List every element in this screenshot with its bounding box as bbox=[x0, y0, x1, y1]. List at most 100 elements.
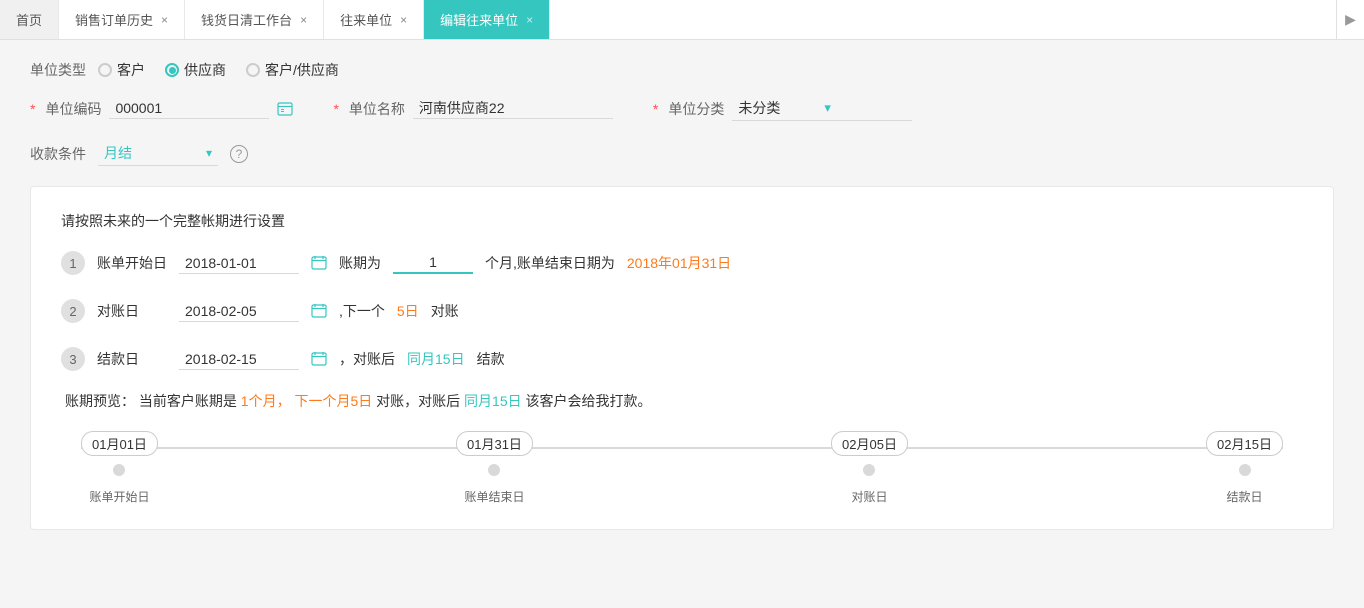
timeline-node-1: 01月31日账单结束日 bbox=[456, 431, 533, 505]
timeline-nodes: 01月01日账单开始日 01月31日账单结束日 02月05日对账日 02月15日结款日 bbox=[81, 431, 1283, 505]
unit-name-label: 单位名称 bbox=[349, 99, 405, 119]
timeline-node-0: 01月01日账单开始日 bbox=[81, 431, 158, 505]
period-unit-text: 个月,账单结束日期为 bbox=[485, 253, 615, 273]
tab-partner-unit[interactable]: 往来单位 × bbox=[324, 0, 424, 39]
unit-name-input[interactable] bbox=[413, 98, 613, 119]
tab-cash-work[interactable]: 钱货日清工作台 × bbox=[185, 0, 324, 39]
timeline-sublabel-3: 结款日 bbox=[1227, 488, 1263, 505]
unit-code-input[interactable] bbox=[109, 98, 269, 119]
settle-date-input[interactable] bbox=[179, 349, 299, 370]
timeline-sublabel-0: 账单开始日 bbox=[89, 488, 149, 505]
tab-label-cash-work: 钱货日清工作台 bbox=[201, 10, 292, 29]
preview-settle-day: 同月15日 bbox=[464, 393, 522, 409]
radio-label-customer: 客户 bbox=[117, 60, 145, 80]
tab-overflow-arrow[interactable]: ▶ bbox=[1336, 0, 1364, 39]
settle-date-calendar-icon[interactable] bbox=[311, 351, 327, 367]
tab-bar: 首页 销售订单历史 × 钱货日清工作台 × 往来单位 × 编辑往来单位 × ▶ bbox=[0, 0, 1364, 40]
reconcile-suffix: 对账 bbox=[431, 301, 459, 321]
unit-cat-required: * bbox=[653, 101, 658, 117]
settle-day-highlight: 同月15日 bbox=[407, 349, 465, 369]
unit-fields-row: * 单位编码 * 单位名称 * 单位分类 未分类 ▾ bbox=[30, 96, 1334, 121]
tab-label-partner-unit: 往来单位 bbox=[340, 10, 392, 29]
preview-static-1: 当前客户账期是 bbox=[139, 393, 237, 409]
payment-terms-dropdown[interactable]: 月结 ▾ bbox=[98, 141, 218, 166]
payment-terms-row: 收款条件 月结 ▾ ? bbox=[30, 141, 1334, 166]
payment-terms-arrow-icon: ▾ bbox=[206, 146, 212, 160]
tab-label-edit-partner: 编辑往来单位 bbox=[440, 10, 518, 29]
tab-home[interactable]: 首页 bbox=[0, 0, 59, 39]
reconcile-prefix: ,下一个 bbox=[339, 301, 385, 321]
radio-circle-supplier bbox=[165, 63, 179, 77]
end-date-highlight: 2018年01月31日 bbox=[627, 253, 731, 273]
radio-both[interactable]: 客户/供应商 bbox=[246, 60, 339, 80]
help-icon[interactable]: ? bbox=[230, 145, 248, 163]
timeline-node-3: 02月15日结款日 bbox=[1206, 431, 1283, 505]
preview-static-3: 该客户会给我打款。 bbox=[526, 393, 652, 409]
unit-code-icon[interactable] bbox=[277, 101, 293, 117]
payment-terms-label: 收款条件 bbox=[30, 144, 86, 164]
row-num-1: 1 bbox=[61, 251, 85, 275]
preview-period: 1个月， bbox=[241, 393, 291, 409]
row-label-1: 账单开始日 bbox=[97, 253, 167, 273]
unit-name-required: * bbox=[333, 101, 338, 117]
payment-terms-value: 月结 bbox=[104, 143, 200, 163]
start-date-calendar-icon[interactable] bbox=[311, 255, 327, 271]
unit-code-label: 单位编码 bbox=[45, 99, 101, 119]
unit-code-required: * bbox=[30, 101, 35, 117]
tab-close-edit-partner[interactable]: × bbox=[526, 13, 533, 27]
timeline-dot-2 bbox=[863, 464, 875, 476]
setting-row-1: 1 账单开始日 账期为 个月,账单结束日期为 2018年01月31日 bbox=[61, 251, 1303, 275]
timeline-tag-2: 02月05日 bbox=[831, 431, 908, 456]
tab-close-partner-unit[interactable]: × bbox=[400, 13, 407, 27]
timeline-dot-0 bbox=[113, 464, 125, 476]
radio-supplier[interactable]: 供应商 bbox=[165, 60, 226, 80]
period-label: 账期为 bbox=[339, 253, 381, 273]
timeline-tag-3: 02月15日 bbox=[1206, 431, 1283, 456]
tab-edit-partner[interactable]: 编辑往来单位 × bbox=[424, 0, 550, 39]
tab-sales-history[interactable]: 销售订单历史 × bbox=[59, 0, 185, 39]
reconcile-day-highlight: 5日 bbox=[397, 301, 419, 321]
unit-type-row: 单位类型 客户供应商客户/供应商 bbox=[30, 60, 1334, 80]
period-input[interactable] bbox=[393, 252, 473, 274]
tab-label-sales-history: 销售订单历史 bbox=[75, 10, 153, 29]
reconcile-date-calendar-icon[interactable] bbox=[311, 303, 327, 319]
preview-label: 账期预览： bbox=[65, 393, 135, 409]
tab-close-cash-work[interactable]: × bbox=[300, 13, 307, 27]
preview-static-2: 对账，对账后 bbox=[376, 393, 460, 409]
row-label-2: 对账日 bbox=[97, 301, 167, 321]
unit-cat-label: 单位分类 bbox=[668, 99, 724, 119]
radio-circle-customer bbox=[98, 63, 112, 77]
settle-suffix: 结款 bbox=[477, 349, 505, 369]
timeline-node-2: 02月05日对账日 bbox=[831, 431, 908, 505]
settle-prefix: ，对账后 bbox=[339, 349, 395, 369]
preview-text: 账期预览： 当前客户账期是 1个月， 下一个月5日 对账，对账后 同月15日 该… bbox=[61, 391, 1303, 411]
tab-label-home: 首页 bbox=[16, 10, 42, 29]
row-label-3: 结款日 bbox=[97, 349, 167, 369]
preview-reconcile-day: 下一个月5日 bbox=[294, 393, 372, 409]
main-content: 单位类型 客户供应商客户/供应商 * 单位编码 * 单位名称 * 单位 bbox=[0, 40, 1364, 608]
unit-cat-dropdown[interactable]: 未分类 ▾ bbox=[732, 96, 912, 121]
unit-type-radio-group: 客户 供应商客户/供应商 bbox=[98, 60, 339, 80]
timeline-dot-1 bbox=[488, 464, 500, 476]
unit-cat-arrow-icon: ▾ bbox=[824, 100, 906, 116]
timeline-sublabel-2: 对账日 bbox=[851, 488, 887, 505]
start-date-input[interactable] bbox=[179, 253, 299, 274]
unit-cat-value: 未分类 bbox=[738, 98, 820, 118]
row-num-3: 3 bbox=[61, 347, 85, 371]
tab-close-sales-history[interactable]: × bbox=[161, 13, 168, 27]
card-instruction: 请按照未来的一个完整帐期进行设置 bbox=[61, 211, 1303, 231]
setting-row-2: 2 对账日 ,下一个 5日 对账 bbox=[61, 299, 1303, 323]
radio-circle-both bbox=[246, 63, 260, 77]
timeline-tag-0: 01月01日 bbox=[81, 431, 158, 456]
radio-label-supplier: 供应商 bbox=[184, 60, 226, 80]
timeline-dot-3 bbox=[1239, 464, 1251, 476]
reconcile-date-input[interactable] bbox=[179, 301, 299, 322]
radio-customer[interactable]: 客户 bbox=[98, 60, 145, 80]
unit-code-section: * 单位编码 bbox=[30, 98, 293, 119]
settings-card: 请按照未来的一个完整帐期进行设置 1 账单开始日 账期为 个月,账单结束日期为 … bbox=[30, 186, 1334, 530]
row-num-2: 2 bbox=[61, 299, 85, 323]
timeline-tag-1: 01月31日 bbox=[456, 431, 533, 456]
timeline: 01月01日账单开始日 01月31日账单结束日 02月05日对账日 02月15日结款日 bbox=[81, 431, 1283, 505]
timeline-sublabel-1: 账单结束日 bbox=[464, 488, 524, 505]
unit-name-section: * 单位名称 bbox=[333, 98, 612, 119]
